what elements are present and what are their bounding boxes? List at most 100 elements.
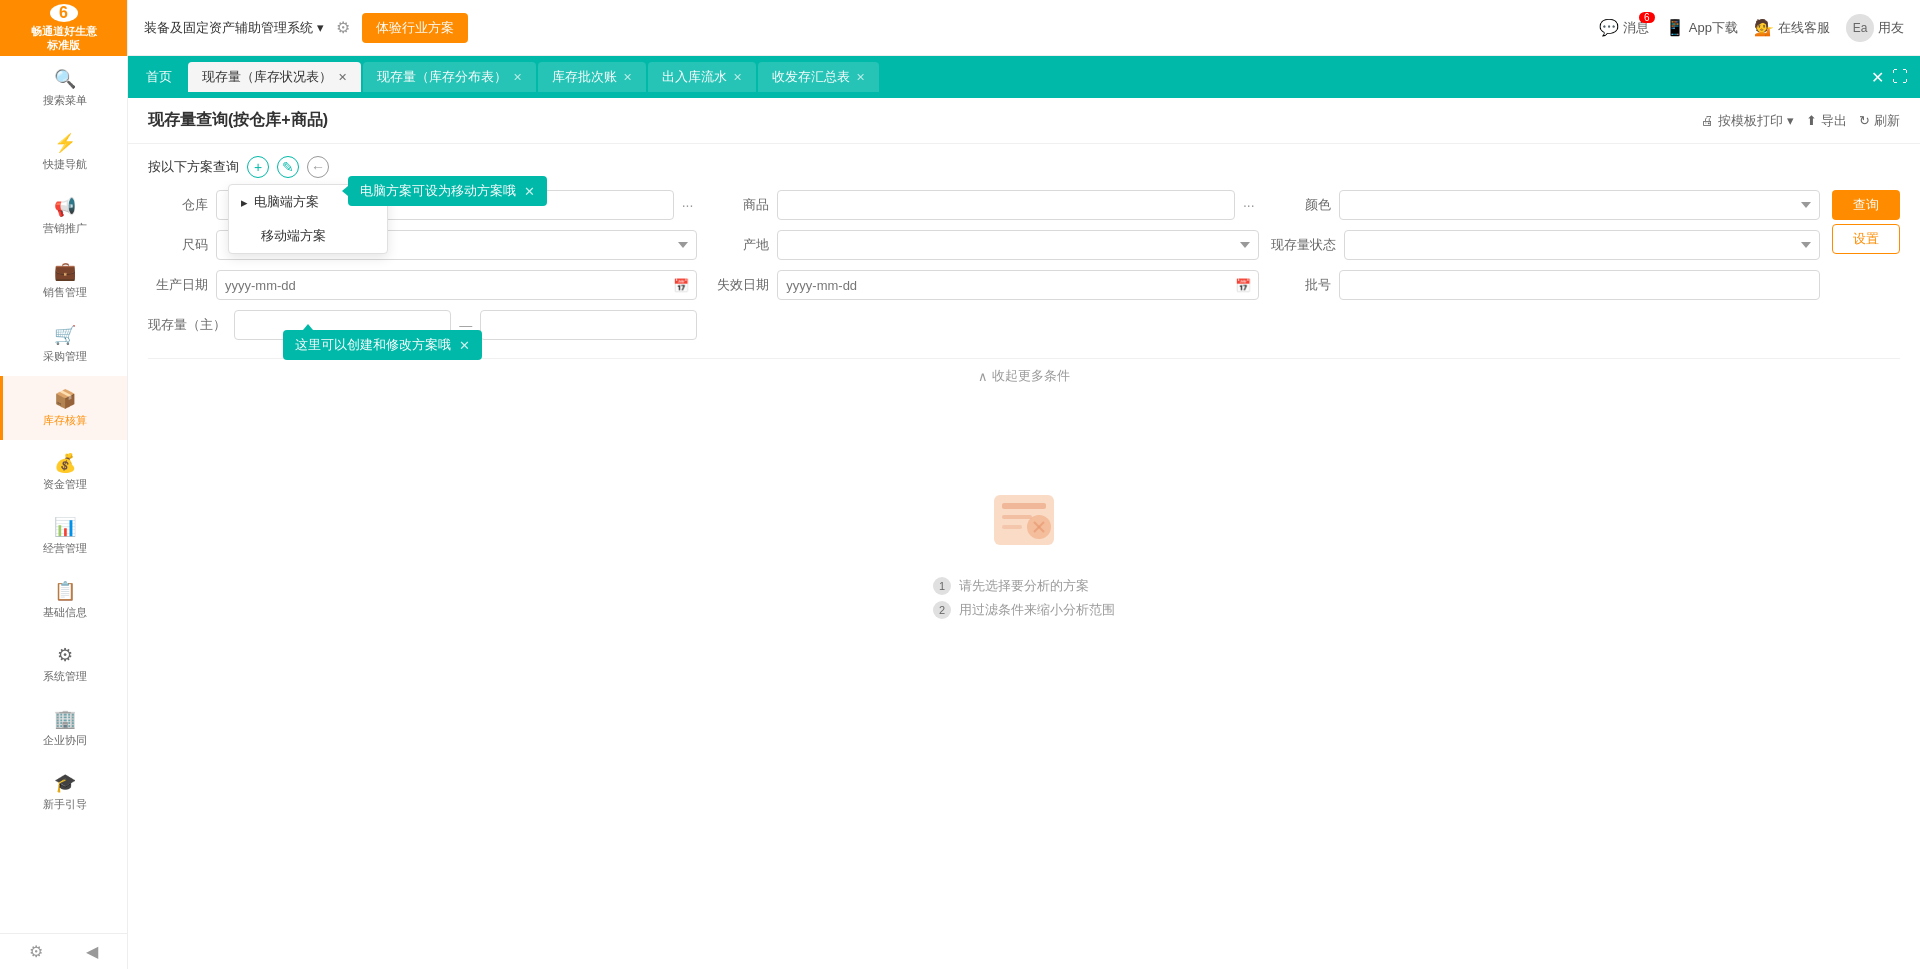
sidebar-item-sales[interactable]: 💼 销售管理 xyxy=(0,248,127,312)
page-actions: 🖨 按模板打印 ▾ ⬆ 导出 ↻ 刷新 xyxy=(1701,112,1900,130)
expire-cal-icon[interactable]: 📅 xyxy=(1235,278,1251,293)
refresh-btn[interactable]: ↻ 刷新 xyxy=(1859,112,1900,130)
print-btn[interactable]: 🖨 按模板打印 ▾ xyxy=(1701,112,1794,130)
tab-bar-actions: ✕ ⛶ xyxy=(1871,68,1916,87)
system-selector-chevron: ▾ xyxy=(317,20,324,35)
export-btn[interactable]: ⬆ 导出 xyxy=(1806,112,1847,130)
empty-tips: 1 请先选择要分析的方案 2 用过滤条件来缩小分析范围 xyxy=(933,577,1115,619)
tooltip-pc-text: 电脑方案可设为移动方案哦 xyxy=(360,182,516,200)
message-icon: 💬 xyxy=(1599,18,1619,37)
tab-fullscreen-icon[interactable]: ⛶ xyxy=(1892,68,1908,86)
tab-home[interactable]: 首页 xyxy=(132,62,186,92)
tab-receive-summary[interactable]: 收发存汇总表 ✕ xyxy=(758,62,879,92)
purchase-icon: 🛒 xyxy=(54,324,76,346)
sidebar-item-quick-nav[interactable]: ⚡ 快捷导航 xyxy=(0,120,127,184)
support-icon: 💁 xyxy=(1754,18,1774,37)
tooltip-create-close[interactable]: ✕ xyxy=(459,338,470,353)
sidebar-settings-btn[interactable]: ⚙ xyxy=(29,942,43,961)
top-header-right: 💬 消息 6 📱 App下载 💁 在线客服 Ea 用友 xyxy=(1599,14,1904,42)
goods-dots[interactable]: ··· xyxy=(1239,197,1259,213)
collapse-chevron: ∧ xyxy=(978,369,988,384)
origin-label: 产地 xyxy=(709,236,769,254)
tab-inventory-dist[interactable]: 现存量（库存分布表） ✕ xyxy=(363,62,536,92)
user-avatar: Ea xyxy=(1846,14,1874,42)
filter-row-2: 尺码 产地 现存量状态 xyxy=(148,230,1820,260)
sidebar-item-operation[interactable]: 📊 经营管理 xyxy=(0,504,127,568)
message-action[interactable]: 💬 消息 6 xyxy=(1599,18,1649,37)
filter-header: 按以下方案查询 + ✎ ← xyxy=(148,156,1900,178)
goods-input[interactable] xyxy=(777,190,1235,220)
sidebar-item-finance[interactable]: 💰 资金管理 xyxy=(0,440,127,504)
tab-close-in-out-flow[interactable]: ✕ xyxy=(733,71,742,84)
filter-back-btn[interactable]: ← xyxy=(307,156,329,178)
support-action[interactable]: 💁 在线客服 xyxy=(1754,18,1830,37)
produce-date-input[interactable] xyxy=(216,270,697,300)
origin-select[interactable] xyxy=(777,230,1258,260)
query-btn[interactable]: 查询 xyxy=(1832,190,1900,220)
sidebar-item-marketing[interactable]: 📢 营销推广 xyxy=(0,184,127,248)
color-label: 颜色 xyxy=(1271,196,1331,214)
tab-close-inventory-status[interactable]: ✕ xyxy=(338,71,347,84)
sidebar-item-enterprise[interactable]: 🏢 企业协同 xyxy=(0,696,127,760)
tab-inventory-status[interactable]: 现存量（库存状况表） ✕ xyxy=(188,62,361,92)
sales-icon: 💼 xyxy=(54,260,76,282)
filter-add-btn[interactable]: + xyxy=(247,156,269,178)
goods-input-wrap: ··· xyxy=(777,190,1258,220)
tab-close-receive-summary[interactable]: ✕ xyxy=(856,71,865,84)
sidebar-item-search[interactable]: 🔍 搜索菜单 xyxy=(0,56,127,120)
filter-row-3: 生产日期 📅 失效日期 📅 xyxy=(148,270,1820,300)
user-area[interactable]: Ea 用友 xyxy=(1846,14,1904,42)
app-download-action[interactable]: 📱 App下载 xyxy=(1665,18,1738,37)
expire-date-input[interactable] xyxy=(777,270,1258,300)
top-header: 装备及固定资产辅助管理系统 ▾ ⚙ 体验行业方案 💬 消息 6 📱 App下载 … xyxy=(128,0,1920,56)
filter-edit-btn[interactable]: ✎ xyxy=(277,156,299,178)
page-header: 现存量查询(按仓库+商品) 🖨 按模板打印 ▾ ⬆ 导出 ↻ 刷新 xyxy=(128,98,1920,144)
tab-in-out-flow[interactable]: 出入库流水 ✕ xyxy=(648,62,756,92)
filter-field-goods: 商品 ··· xyxy=(709,190,1258,220)
enterprise-icon: 🏢 xyxy=(54,708,76,730)
tab-close-inventory-dist[interactable]: ✕ xyxy=(513,71,522,84)
tooltip-pc-close[interactable]: ✕ xyxy=(524,184,535,199)
empty-tip-1: 1 请先选择要分析的方案 xyxy=(933,577,1115,595)
svg-rect-3 xyxy=(1002,525,1022,529)
system-selector[interactable]: 装备及固定资产辅助管理系统 ▾ xyxy=(144,19,324,37)
header-settings-icon[interactable]: ⚙ xyxy=(336,18,350,37)
stock-status-select[interactable] xyxy=(1344,230,1820,260)
sidebar-item-system[interactable]: ⚙ 系统管理 xyxy=(0,632,127,696)
sidebar-item-guide[interactable]: 🎓 新手引导 xyxy=(0,760,127,824)
industry-btn[interactable]: 体验行业方案 xyxy=(362,13,468,43)
search-icon: 🔍 xyxy=(54,68,76,90)
filter-field-expire-date: 失效日期 📅 xyxy=(709,270,1258,300)
tab-bar: 首页 现存量（库存状况表） ✕ 现存量（库存分布表） ✕ 库存批次账 ✕ 出入库… xyxy=(128,56,1920,98)
sidebar-item-purchase[interactable]: 🛒 采购管理 xyxy=(0,312,127,376)
tab-close-batch-ledger[interactable]: ✕ xyxy=(623,71,632,84)
filter-field-origin: 产地 xyxy=(709,230,1258,260)
warehouse-dots[interactable]: ··· xyxy=(678,197,698,213)
logo-text: 畅通道好生意 标准版 xyxy=(31,24,97,53)
system-name: 装备及固定资产辅助管理系统 xyxy=(144,19,313,37)
tab-close-all-icon[interactable]: ✕ xyxy=(1871,68,1884,87)
scheme-arrow-pc: ▸ xyxy=(241,195,248,210)
filter-field-batch-no: 批号 xyxy=(1271,270,1820,300)
produce-cal-icon[interactable]: 📅 xyxy=(673,278,689,293)
tab-batch-ledger[interactable]: 库存批次账 ✕ xyxy=(538,62,646,92)
query-buttons: 查询 设置 xyxy=(1832,190,1900,350)
expire-date-label: 失效日期 xyxy=(709,276,769,294)
collapse-btn[interactable]: ∧ 收起更多条件 xyxy=(978,367,1070,385)
sidebar-item-inventory[interactable]: 📦 库存核算 xyxy=(0,376,127,440)
sidebar-collapse-btn[interactable]: ◀ xyxy=(86,942,98,961)
reset-btn[interactable]: 设置 xyxy=(1832,224,1900,254)
tip-num-2: 2 xyxy=(933,601,951,619)
app-icon: 📱 xyxy=(1665,18,1685,37)
color-select[interactable] xyxy=(1339,190,1820,220)
inventory-icon: 📦 xyxy=(54,388,76,410)
filter-label: 按以下方案查询 xyxy=(148,158,239,176)
scheme-item-mobile[interactable]: 移动端方案 xyxy=(229,219,387,253)
produce-date-wrap: 📅 xyxy=(216,270,697,300)
sidebar-item-base[interactable]: 📋 基础信息 xyxy=(0,568,127,632)
main-area: 装备及固定资产辅助管理系统 ▾ ⚙ 体验行业方案 💬 消息 6 📱 App下载 … xyxy=(128,0,1920,969)
batch-no-input[interactable] xyxy=(1339,270,1820,300)
svg-rect-2 xyxy=(1002,515,1032,519)
batch-no-label: 批号 xyxy=(1271,276,1331,294)
stock-main-to[interactable] xyxy=(480,310,697,340)
